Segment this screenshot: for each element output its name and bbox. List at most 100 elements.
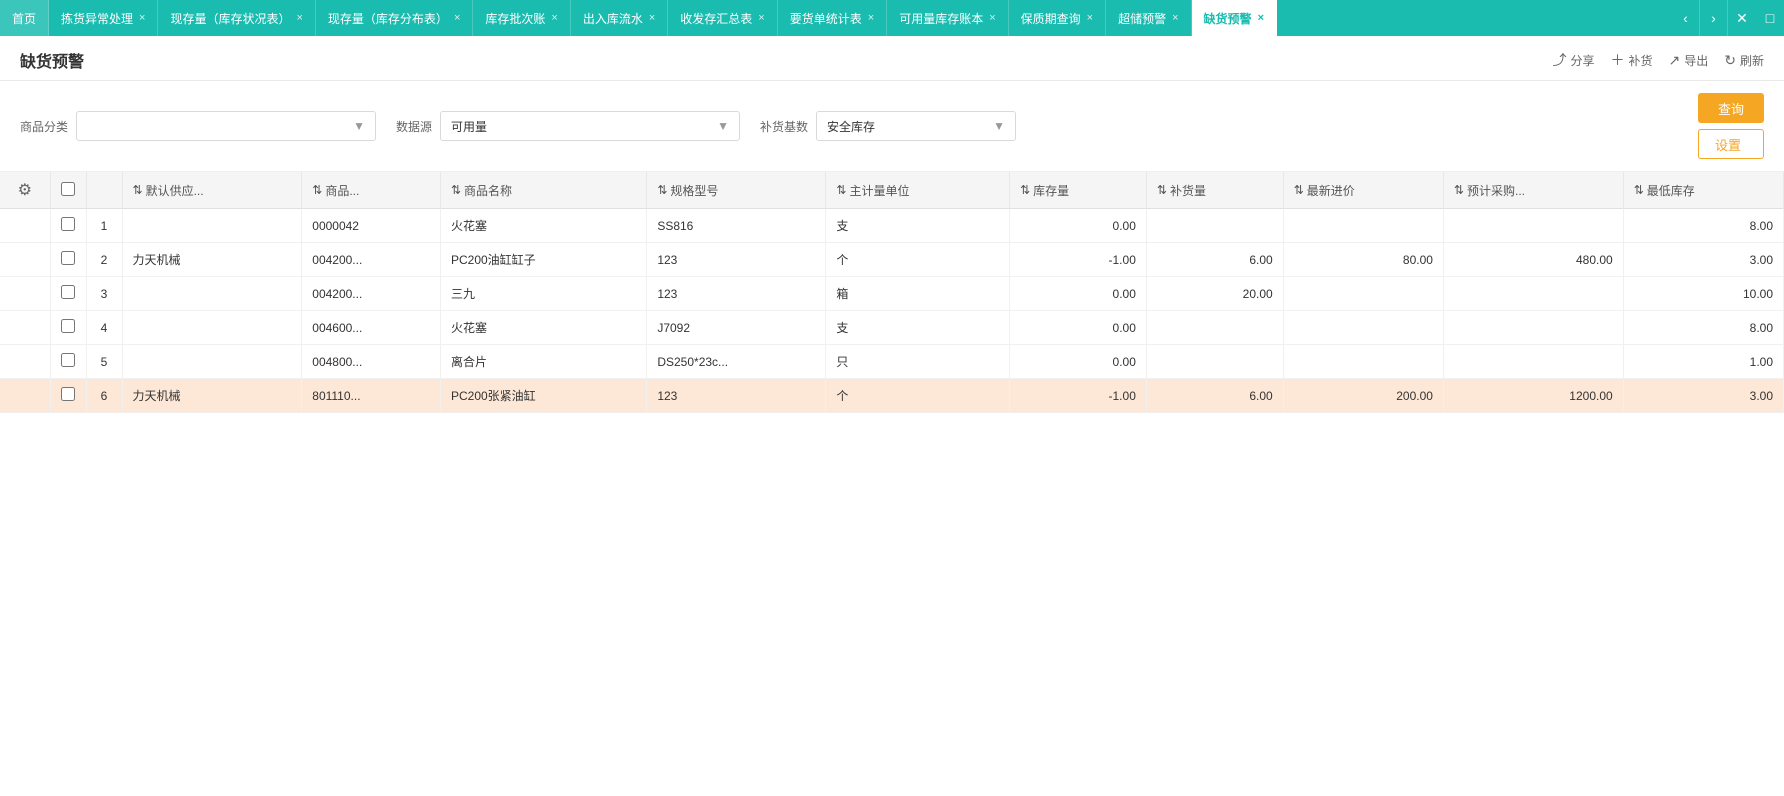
tab-close-btn[interactable]: × — [649, 12, 655, 24]
tab-prev-btn[interactable]: ‹ — [1672, 0, 1700, 36]
select-all-checkbox[interactable] — [61, 182, 75, 196]
cell-latest-price: 80.00 — [1283, 243, 1443, 277]
export-action[interactable]: ↗ 导出 — [1669, 52, 1709, 69]
tab-available-ledger[interactable]: 可用量库存账本 × — [887, 0, 1008, 36]
tab-inout-flow[interactable]: 出入库流水 × — [571, 0, 668, 36]
tab-collect-pay[interactable]: 收发存汇总表× — [668, 0, 777, 36]
tab-label: 出入库流水 — [583, 10, 643, 27]
tab-label: 可用量库存账本 — [899, 10, 983, 27]
query-button[interactable]: 查询 — [1698, 93, 1764, 123]
sort-min-stock[interactable]: ⇅ 最低库存 — [1634, 182, 1695, 199]
tab-close-all-btn[interactable]: ✕ — [1728, 0, 1756, 36]
th-unit[interactable]: ⇅ 主计量单位 — [826, 172, 1010, 209]
sort-est-purchase[interactable]: ⇅ 预计采购... — [1454, 182, 1525, 199]
tab-home[interactable]: 首页 — [0, 0, 49, 36]
th-default-supplier[interactable]: ⇅ 默认供应... — [122, 172, 302, 209]
th-goods-name[interactable]: ⇅ 商品名称 — [440, 172, 646, 209]
cell-goods-name: PC200油缸缸子 — [440, 243, 646, 277]
cell-goods-code: 004800... — [302, 345, 441, 379]
tab-next-btn[interactable]: › — [1700, 0, 1728, 36]
replenish-base-select[interactable]: 安全库存 ▼ — [816, 111, 1016, 141]
sort-default-supplier[interactable]: ⇅ 默认供应... — [133, 182, 204, 199]
sort-spec[interactable]: ⇅ 规格型号 — [657, 182, 718, 199]
th-stock-qty[interactable]: ⇅ 库存量 — [1010, 172, 1147, 209]
page-content: 缺货预警 ⤴ 分享 ＋ 补货 ↗ 导出 ↻ 刷新 商品分类 — [0, 36, 1784, 796]
row-checkbox[interactable] — [61, 353, 75, 367]
tab-close-btn[interactable]: × — [1087, 12, 1093, 24]
replenish-action[interactable]: ＋ 补货 — [1610, 50, 1652, 70]
sort-unit[interactable]: ⇅ 主计量单位 — [836, 182, 909, 199]
th-latest-price[interactable]: ⇅ 最新进价 — [1283, 172, 1443, 209]
th-replenish-qty[interactable]: ⇅ 补货量 — [1146, 172, 1283, 209]
tab-shortage[interactable]: 缺货预警× — [1192, 0, 1277, 36]
tab-close-btn[interactable]: × — [758, 12, 764, 24]
cell-settings — [0, 209, 50, 243]
sort-latest-price[interactable]: ⇅ 最新进价 — [1294, 182, 1355, 199]
row-checkbox[interactable] — [61, 217, 75, 231]
sort-replenish-qty[interactable]: ⇅ 补货量 — [1157, 182, 1206, 199]
tab-close-btn[interactable]: × — [296, 12, 302, 24]
tab-close-btn[interactable]: × — [868, 12, 874, 24]
tab-stock-status[interactable]: 现存量（库存状况表） × — [158, 0, 315, 36]
cell-checkbox — [50, 209, 86, 243]
tab-stock-dist[interactable]: 现存量（库存分布表） × — [316, 0, 473, 36]
cell-est-purchase — [1443, 345, 1623, 379]
th-spec[interactable]: ⇅ 规格型号 — [647, 172, 826, 209]
tab-label: 现存量（库存分布表） — [328, 10, 448, 27]
refresh-icon: ↻ — [1724, 52, 1736, 69]
filter-buttons: 查询 设置 — [1698, 93, 1764, 159]
replenish-label: 补货 — [1628, 52, 1652, 69]
tab-batch-account[interactable]: 库存批次账× — [473, 0, 570, 36]
th-checkbox — [50, 172, 86, 209]
cell-checkbox — [50, 311, 86, 345]
settings-gear-icon[interactable]: ⚙ — [18, 182, 32, 199]
tab-overstock[interactable]: 超储预警 × — [1106, 0, 1191, 36]
tab-expiry-query[interactable]: 保质期查询× — [1009, 0, 1106, 36]
category-select[interactable]: ▼ — [76, 111, 376, 141]
cell-stock-qty: 0.00 — [1010, 345, 1147, 379]
category-filter-group: 商品分类 ▼ — [20, 111, 376, 141]
th-goods-code[interactable]: ⇅ 商品... — [302, 172, 441, 209]
tab-label: 超储预警 — [1118, 10, 1166, 27]
export-label: 导出 — [1684, 52, 1708, 69]
row-checkbox[interactable] — [61, 319, 75, 333]
sort-goods-name[interactable]: ⇅ 商品名称 — [451, 182, 512, 199]
export-icon: ↗ — [1669, 52, 1681, 69]
cell-settings — [0, 379, 50, 413]
cell-latest-price: 200.00 — [1283, 379, 1443, 413]
tab-maximize-btn[interactable]: □ — [1756, 0, 1784, 36]
filter-row: 商品分类 ▼ 数据源 可用量 ▼ 补货基数 安全库存 ▼ 查询 设置 — [0, 81, 1784, 172]
cell-est-purchase — [1443, 209, 1623, 243]
row-checkbox[interactable] — [61, 285, 75, 299]
tab-label: 现存量（库存状况表） — [170, 10, 290, 27]
table-row: 4 004600... 火花塞 J7092 支 0.00 8.00 — [0, 311, 1784, 345]
sort-goods-code[interactable]: ⇅ 商品... — [312, 182, 359, 199]
tab-close-btn[interactable]: × — [139, 12, 145, 24]
cell-supplier — [122, 311, 302, 345]
datasource-select[interactable]: 可用量 ▼ — [440, 111, 740, 141]
tab-close-btn[interactable]: × — [454, 12, 460, 24]
th-settings[interactable]: ⚙ — [0, 172, 50, 209]
refresh-action[interactable]: ↻ 刷新 — [1724, 52, 1764, 69]
th-est-purchase[interactable]: ⇅ 预计采购... — [1443, 172, 1623, 209]
cell-min-stock: 8.00 — [1623, 209, 1783, 243]
page-header: 缺货预警 ⤴ 分享 ＋ 补货 ↗ 导出 ↻ 刷新 — [0, 36, 1784, 81]
tab-demand-stats[interactable]: 要货单统计表× — [778, 0, 887, 36]
row-checkbox[interactable] — [61, 387, 75, 401]
cell-est-purchase — [1443, 311, 1623, 345]
sort-stock-qty[interactable]: ⇅ 库存量 — [1020, 182, 1069, 199]
cell-goods-code: 0000042 — [302, 209, 441, 243]
th-min-stock[interactable]: ⇅ 最低库存 — [1623, 172, 1783, 209]
tab-bar: 首页拣货异常处理×现存量（库存状况表）×现存量（库存分布表）×库存批次账×出入库… — [0, 0, 1784, 36]
cell-goods-code: 004600... — [302, 311, 441, 345]
tab-abnormal[interactable]: 拣货异常处理 × — [49, 0, 158, 36]
tab-close-btn[interactable]: × — [1172, 12, 1178, 24]
row-checkbox[interactable] — [61, 251, 75, 265]
tab-label: 拣货异常处理 — [61, 10, 133, 27]
tab-close-btn[interactable]: × — [989, 12, 995, 24]
share-action[interactable]: ⤴ 分享 — [1552, 50, 1594, 70]
settings-button[interactable]: 设置 — [1698, 129, 1764, 159]
tab-close-btn[interactable]: × — [551, 12, 557, 24]
tab-close-btn[interactable]: × — [1258, 12, 1264, 24]
cell-stock-qty: -1.00 — [1010, 243, 1147, 277]
